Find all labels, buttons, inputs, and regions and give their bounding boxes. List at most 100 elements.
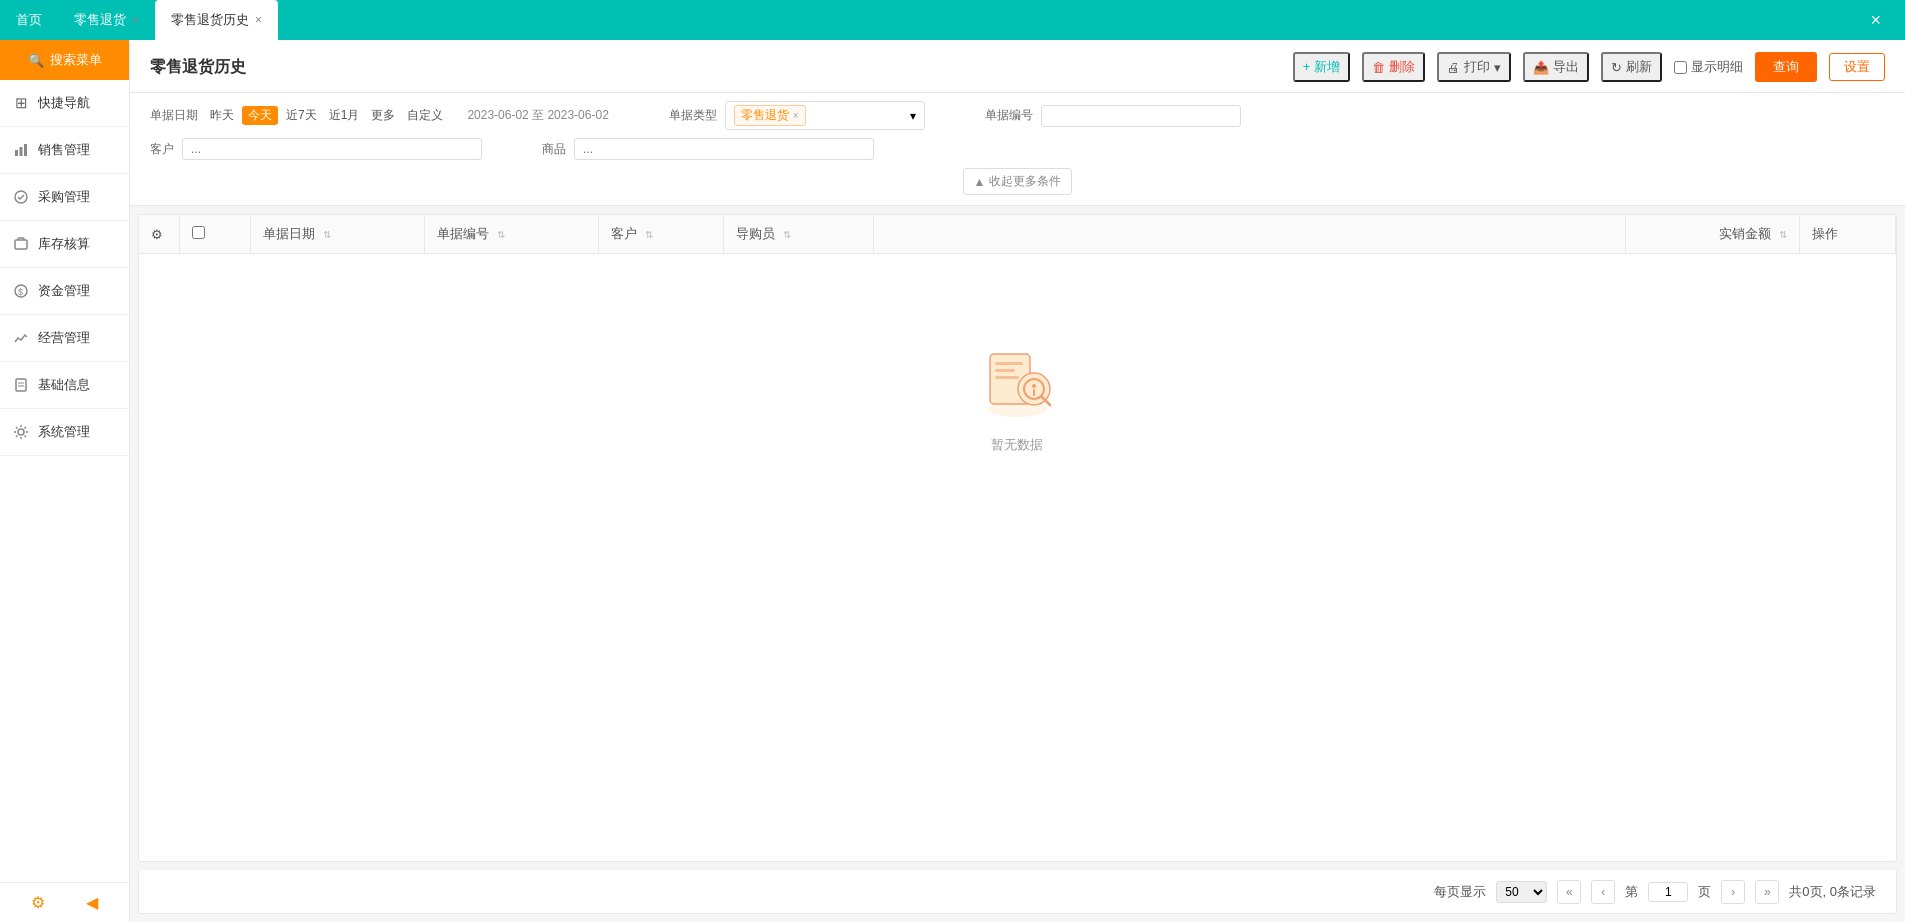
last-page-button[interactable]: » xyxy=(1755,880,1779,904)
filter-area: 单据日期 昨天 今天 近7天 近1月 更多 自定义 2023-06-02 至 2… xyxy=(130,93,1905,206)
sidebar-item-operations[interactable]: 经营管理 xyxy=(0,315,129,362)
print-button[interactable]: 🖨 打印 ▾ xyxy=(1437,52,1511,82)
sidebar-item-inventory[interactable]: 库存核算 xyxy=(0,221,129,268)
voucher-no-input[interactable] xyxy=(1041,105,1241,127)
date-btn-7days[interactable]: 近7天 xyxy=(282,106,321,125)
tab-retail-return-label: 零售退货 xyxy=(74,11,126,29)
customer-input[interactable] xyxy=(182,138,482,160)
table-col-guide-label: 导购员 xyxy=(736,226,775,241)
inventory-icon xyxy=(12,235,30,253)
sidebar-item-sales-mgmt[interactable]: 销售管理 xyxy=(0,127,129,174)
sidebar-nav: ⊞ 快捷导航 销售管理 采购管理 库存核算 xyxy=(0,80,129,882)
table-col-guide[interactable]: 导购员 ⇅ xyxy=(724,215,874,254)
settings-button[interactable]: 设置 xyxy=(1829,53,1885,81)
refresh-button[interactable]: ↻ 刷新 xyxy=(1601,52,1662,82)
sidebar-item-operations-label: 经营管理 xyxy=(38,329,90,347)
table-body: 暂无数据 xyxy=(139,254,1896,535)
date-btn-more[interactable]: 更多 xyxy=(367,106,399,125)
sidebar-item-basic-info-label: 基础信息 xyxy=(38,376,90,394)
tab-retail-return[interactable]: 零售退货 × xyxy=(58,0,155,40)
voucher-no-sort-icon: ⇅ xyxy=(497,229,505,240)
sidebar-item-system-label: 系统管理 xyxy=(38,423,90,441)
voucher-type-filter-group: 单据类型 零售退货 × ▾ xyxy=(669,101,925,130)
empty-state: 暂无数据 xyxy=(139,254,1896,534)
voucher-type-tag: 零售退货 × xyxy=(734,105,806,126)
sidebar-item-finance[interactable]: $ 资金管理 xyxy=(0,268,129,315)
sidebar-search[interactable]: 🔍 搜索菜单 xyxy=(0,40,129,80)
tab-retail-return-history[interactable]: 零售退货历史 × xyxy=(155,0,278,40)
collapse-icon: ▲ xyxy=(974,175,986,189)
tab-retail-return-history-close[interactable]: × xyxy=(255,13,262,27)
page-header: 零售退货历史 + 新增 🗑 删除 🖨 打印 ▾ 📤 导出 xyxy=(130,40,1905,93)
per-page-select[interactable]: 50 100 200 xyxy=(1496,881,1547,903)
prev-page-button[interactable]: ‹ xyxy=(1591,880,1615,904)
delete-button[interactable]: 🗑 删除 xyxy=(1362,52,1425,82)
sidebar-item-system-mgmt[interactable]: 系统管理 xyxy=(0,409,129,456)
table-col-customer[interactable]: 客户 ⇅ xyxy=(599,215,724,254)
customer-label: 客户 xyxy=(150,141,174,158)
goods-input[interactable] xyxy=(574,138,874,160)
sales-icon xyxy=(12,141,30,159)
goods-label: 商品 xyxy=(542,141,566,158)
table-select-all[interactable] xyxy=(192,226,205,239)
sidebar-item-quick-nav[interactable]: ⊞ 快捷导航 xyxy=(0,80,129,127)
first-page-button[interactable]: « xyxy=(1557,880,1581,904)
date-btn-today[interactable]: 今天 xyxy=(242,106,278,125)
voucher-type-tag-close[interactable]: × xyxy=(793,110,799,121)
sidebar-item-quick-nav-label: 快捷导航 xyxy=(38,94,90,112)
sidebar-search-label: 搜索菜单 xyxy=(50,51,102,69)
refresh-icon: ↻ xyxy=(1611,60,1622,75)
date-btn-yesterday[interactable]: 昨天 xyxy=(206,106,238,125)
sidebar-item-purchase-label: 采购管理 xyxy=(38,188,90,206)
guide-sort-icon: ⇅ xyxy=(783,229,791,240)
table-col-voucher-no-label: 单据编号 xyxy=(437,226,489,241)
add-button[interactable]: + 新增 xyxy=(1293,52,1350,82)
filter-row-2: 客户 商品 xyxy=(150,138,1885,160)
svg-rect-13 xyxy=(995,362,1023,365)
voucher-type-dropdown-icon: ▾ xyxy=(910,109,916,123)
table-col-operation: 操作 xyxy=(1800,215,1896,254)
table-col-actual-amount[interactable]: 实销金额 ⇅ xyxy=(1625,215,1799,254)
sidebar-item-purchase-mgmt[interactable]: 采购管理 xyxy=(0,174,129,221)
date-btn-1month[interactable]: 近1月 xyxy=(325,106,364,125)
export-button[interactable]: 📤 导出 xyxy=(1523,52,1589,82)
show-detail-checkbox[interactable]: 显示明细 xyxy=(1674,58,1743,76)
quick-nav-icon: ⊞ xyxy=(12,94,30,112)
table-col-date[interactable]: 单据日期 ⇅ xyxy=(250,215,424,254)
table-col-checkbox[interactable] xyxy=(179,215,250,254)
date-display-group: 2023-06-02 至 2023-06-02 xyxy=(467,107,608,124)
voucher-no-filter-group: 单据编号 xyxy=(985,105,1241,127)
table-col-settings[interactable]: ⚙ xyxy=(139,215,179,254)
pagination: 每页显示 50 100 200 « ‹ 第 页 › » 共0页, 0条记录 xyxy=(138,870,1897,914)
delete-icon: 🗑 xyxy=(1372,60,1385,75)
table-header: ⚙ 单据日期 ⇅ 单据编号 ⇅ xyxy=(139,215,1896,254)
collapse-sidebar-icon[interactable]: ◀ xyxy=(86,893,98,912)
table-col-actual-amount-label: 实销金额 xyxy=(1719,226,1771,241)
window-close-button[interactable]: × xyxy=(1862,6,1889,35)
svg-point-10 xyxy=(18,429,24,435)
tab-retail-return-close[interactable]: × xyxy=(132,13,139,27)
table-settings-icon[interactable]: ⚙ xyxy=(151,227,163,242)
voucher-type-select[interactable]: 零售退货 × ▾ xyxy=(725,101,925,130)
table-col-spacer xyxy=(874,215,1626,254)
export-label: 导出 xyxy=(1553,58,1579,76)
query-button[interactable]: 查询 xyxy=(1755,52,1817,82)
svg-text:$: $ xyxy=(18,287,23,297)
sidebar-item-basic-info[interactable]: 基础信息 xyxy=(0,362,129,409)
settings-icon[interactable]: ⚙ xyxy=(31,893,45,912)
tab-retail-return-history-label: 零售退货历史 xyxy=(171,11,249,29)
next-page-button[interactable]: › xyxy=(1721,880,1745,904)
show-detail-input[interactable] xyxy=(1674,61,1687,74)
table-col-voucher-no[interactable]: 单据编号 ⇅ xyxy=(425,215,599,254)
total-label: 共0页, 0条记录 xyxy=(1789,883,1876,901)
svg-rect-4 xyxy=(15,240,27,249)
empty-text: 暂无数据 xyxy=(991,436,1043,454)
tab-home[interactable]: 首页 xyxy=(0,0,58,40)
page-input[interactable] xyxy=(1648,882,1688,902)
collapse-filters-button[interactable]: ▲ 收起更多条件 xyxy=(963,168,1073,195)
sidebar: 🔍 搜索菜单 ⊞ 快捷导航 销售管理 采购管理 xyxy=(0,40,130,922)
svg-rect-0 xyxy=(15,150,18,156)
operations-icon xyxy=(12,329,30,347)
date-sort-icon: ⇅ xyxy=(323,229,331,240)
date-btn-custom[interactable]: 自定义 xyxy=(403,106,447,125)
